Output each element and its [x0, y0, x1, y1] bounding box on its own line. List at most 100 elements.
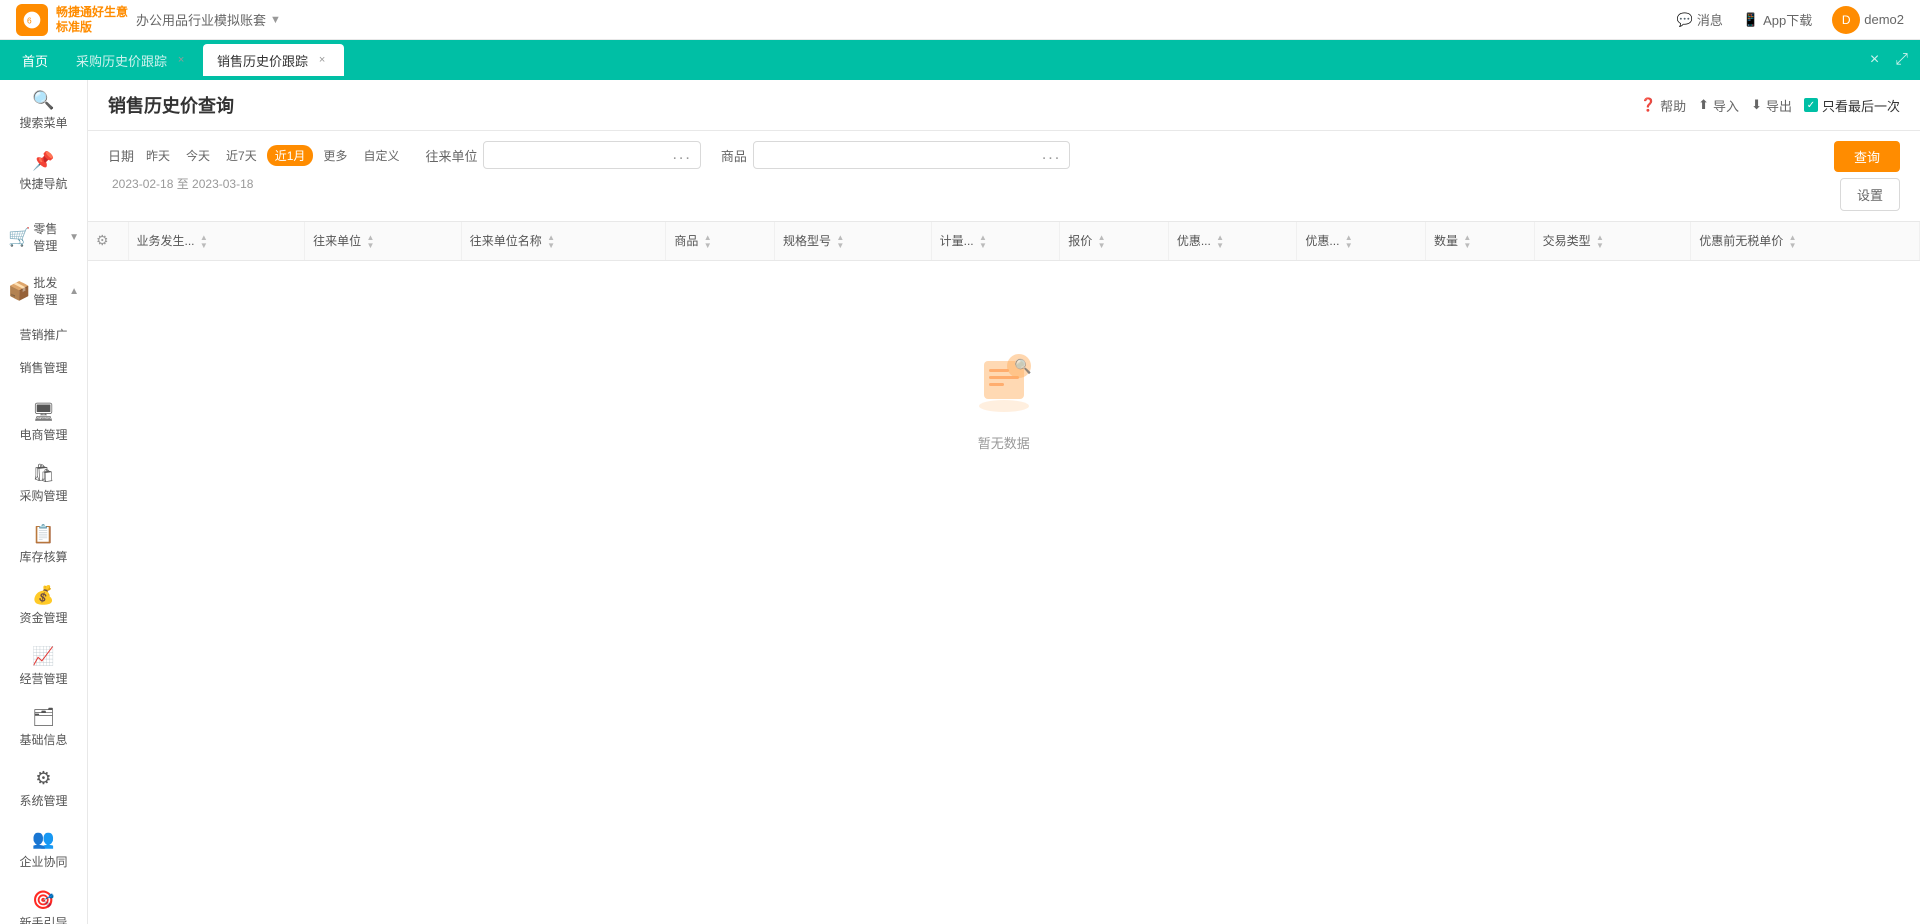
message-icon: 💬 — [1677, 12, 1693, 28]
user-info[interactable]: D demo2 — [1832, 6, 1904, 34]
goods-input[interactable]: ... — [753, 141, 1070, 169]
col-discount1-label: 优惠... — [1177, 234, 1211, 248]
help-button[interactable]: ❓ 帮助 — [1640, 96, 1686, 115]
date-btn-more[interactable]: 更多 — [317, 145, 353, 166]
table-col-counterparty-name[interactable]: 往来单位名称 ▲▼ — [461, 222, 666, 260]
setting-button[interactable]: 设置 — [1840, 178, 1900, 211]
sidebar-item-retail-label: 零售管理 — [33, 220, 64, 254]
table-col-biz-date[interactable]: 业务发生... ▲▼ — [128, 222, 305, 260]
tab-sales-history[interactable]: 销售历史价跟踪 × — [203, 44, 344, 76]
col-unit-label: 计量... — [940, 234, 974, 248]
settings-icon[interactable]: ⚙ — [96, 232, 109, 248]
counterparty-dots[interactable]: ... — [672, 146, 691, 164]
col-quantity-label: 数量 — [1434, 234, 1458, 248]
username: demo2 — [1864, 12, 1904, 27]
counterparty-field[interactable] — [492, 148, 672, 163]
content: 销售历史价查询 ❓ 帮助 ⬆ 导入 ⬇ 导出 — [88, 80, 1920, 924]
table-col-trade-type[interactable]: 交易类型 ▲▼ — [1534, 222, 1691, 260]
app-download-action[interactable]: 📱 App下载 — [1743, 10, 1812, 29]
table-body: 🔍 暂无数据 — [88, 260, 1920, 532]
sidebar-item-purchase[interactable]: 🛍 采购管理 — [0, 453, 87, 514]
top-bar: 6 畅捷通好生意标准版 办公用品行业模拟账套 ▼ 💬 消息 📱 App下载 D … — [0, 0, 1920, 40]
table-col-counterparty[interactable]: 往来单位 ▲▼ — [305, 222, 462, 260]
import-icon: ⬆ — [1698, 97, 1709, 113]
table-col-quote[interactable]: 报价 ▲▼ — [1060, 222, 1169, 260]
maximize-button[interactable]: ⤢ — [1891, 47, 1912, 73]
sidebar-item-search-label: 搜索菜单 — [19, 114, 67, 131]
sidebar-item-enterprise-collab[interactable]: 👥 企业协同 — [0, 819, 87, 880]
sidebar-item-operations[interactable]: 📈 经营管理 — [0, 636, 87, 697]
retail-icon: 🛒 — [8, 227, 30, 248]
only-last-checkbox[interactable] — [1804, 98, 1818, 112]
sidebar-item-beginner-guide[interactable]: 🎯 新手引导 — [0, 880, 87, 924]
sort-counterparty-name[interactable]: ▲▼ — [547, 234, 555, 250]
sort-trade-type[interactable]: ▲▼ — [1596, 234, 1604, 250]
goods-label: 商品 — [721, 146, 747, 165]
table-col-unit[interactable]: 计量... ▲▼ — [931, 222, 1060, 260]
filter-section: 日期 昨天 今天 近7天 近1月 更多 自定义 往来单位 — [88, 131, 1920, 222]
sort-quote[interactable]: ▲▼ — [1098, 234, 1106, 250]
col-spec-label: 规格型号 — [783, 234, 831, 248]
message-action[interactable]: 💬 消息 — [1677, 10, 1723, 29]
date-btn-today[interactable]: 今天 — [180, 145, 216, 166]
message-label: 消息 — [1697, 10, 1723, 29]
table-col-spec[interactable]: 规格型号 ▲▼ — [774, 222, 931, 260]
sidebar-item-wholesale[interactable]: 📦 批发管理 ▲ — [0, 264, 87, 318]
tab-home[interactable]: 首页 — [8, 44, 62, 76]
query-button[interactable]: 查询 — [1834, 141, 1900, 172]
sidebar-item-beginner-guide-label: 新手引导 — [19, 914, 67, 924]
sidebar-item-sales-mgmt[interactable]: 销售管理 — [0, 351, 87, 384]
sidebar-item-ecommerce[interactable]: 🖥 电商管理 — [0, 392, 87, 453]
table-col-goods[interactable]: 商品 ▲▼ — [666, 222, 775, 260]
tab-sales-close[interactable]: × — [314, 52, 330, 68]
sidebar-item-search[interactable]: 🔍 搜索菜单 — [0, 80, 87, 141]
table-header-row: ⚙ 业务发生... ▲▼ 往来单位 ▲▼ 往来单位名称 ▲▼ — [88, 222, 1920, 260]
table-col-pre-tax-price[interactable]: 优惠前无税单价 ▲▼ — [1691, 222, 1920, 260]
sort-goods[interactable]: ▲▼ — [704, 234, 712, 250]
date-btn-custom[interactable]: 自定义 — [357, 145, 405, 166]
sort-biz-date[interactable]: ▲▼ — [200, 234, 208, 250]
date-btn-yesterday[interactable]: 昨天 — [140, 145, 176, 166]
table-col-quantity[interactable]: 数量 ▲▼ — [1426, 222, 1535, 260]
date-btn-1month[interactable]: 近1月 — [267, 145, 314, 166]
sort-counterparty[interactable]: ▲▼ — [366, 234, 374, 250]
sidebar-item-inventory[interactable]: 📋 库存核算 — [0, 514, 87, 575]
goods-filter-group: 商品 ... — [721, 141, 1070, 169]
table-col-discount2[interactable]: 优惠... ▲▼ — [1297, 222, 1426, 260]
counterparty-input[interactable]: ... — [483, 141, 700, 169]
logo-icon: 6 — [16, 4, 48, 36]
sidebar-item-quicknav[interactable]: 📌 快捷导航 — [0, 141, 87, 202]
sort-spec[interactable]: ▲▼ — [836, 234, 844, 250]
export-button[interactable]: ⬇ 导出 — [1751, 96, 1792, 115]
sidebar-item-finance[interactable]: 💰 资金管理 — [0, 575, 87, 636]
date-filter-group: 日期 昨天 今天 近7天 近1月 更多 自定义 — [108, 145, 405, 166]
col-biz-date-label: 业务发生... — [137, 234, 195, 248]
sidebar-item-basic-info[interactable]: 🗂 基础信息 — [0, 697, 87, 758]
close-all-tabs-button[interactable]: × — [1866, 47, 1883, 73]
tab-bar-right: × ⤢ — [1866, 47, 1912, 73]
goods-dots[interactable]: ... — [1042, 146, 1061, 164]
sidebar-item-marketing[interactable]: 营销推广 — [0, 318, 87, 351]
sort-discount2[interactable]: ▲▼ — [1345, 234, 1353, 250]
top-bar-left: 6 畅捷通好生意标准版 办公用品行业模拟账套 ▼ — [16, 4, 281, 36]
table-col-discount1[interactable]: 优惠... ▲▼ — [1168, 222, 1297, 260]
page-title: 销售历史价查询 — [108, 92, 234, 118]
wholesale-icon: 📦 — [8, 281, 30, 302]
date-btn-7days[interactable]: 近7天 — [220, 145, 263, 166]
app-title[interactable]: 办公用品行业模拟账套 ▼ — [136, 10, 281, 29]
tab-purchase-close[interactable]: × — [173, 52, 189, 68]
goods-field[interactable] — [762, 148, 1042, 163]
sort-unit[interactable]: ▲▼ — [979, 234, 987, 250]
tab-purchase-history[interactable]: 采购历史价跟踪 × — [62, 44, 203, 76]
sort-discount1[interactable]: ▲▼ — [1216, 234, 1224, 250]
inventory-icon: 📋 — [32, 524, 54, 545]
import-button[interactable]: ⬆ 导入 — [1698, 96, 1739, 115]
sort-pre-tax-price[interactable]: ▲▼ — [1789, 234, 1797, 250]
sort-quantity[interactable]: ▲▼ — [1463, 234, 1471, 250]
wholesale-submenu: 营销推广 销售管理 — [0, 318, 87, 384]
only-last-checkbox-label[interactable]: 只看最后一次 — [1804, 96, 1900, 115]
dropdown-icon[interactable]: ▼ — [270, 14, 281, 26]
sidebar-item-system[interactable]: ⚙ 系统管理 — [0, 758, 87, 819]
sidebar: 🔍 搜索菜单 📌 快捷导航 🛒 零售管理 ▼ 📦 批发管理 ▲ 营销推广 销售管… — [0, 80, 88, 924]
sidebar-item-retail[interactable]: 🛒 零售管理 ▼ — [0, 210, 87, 264]
